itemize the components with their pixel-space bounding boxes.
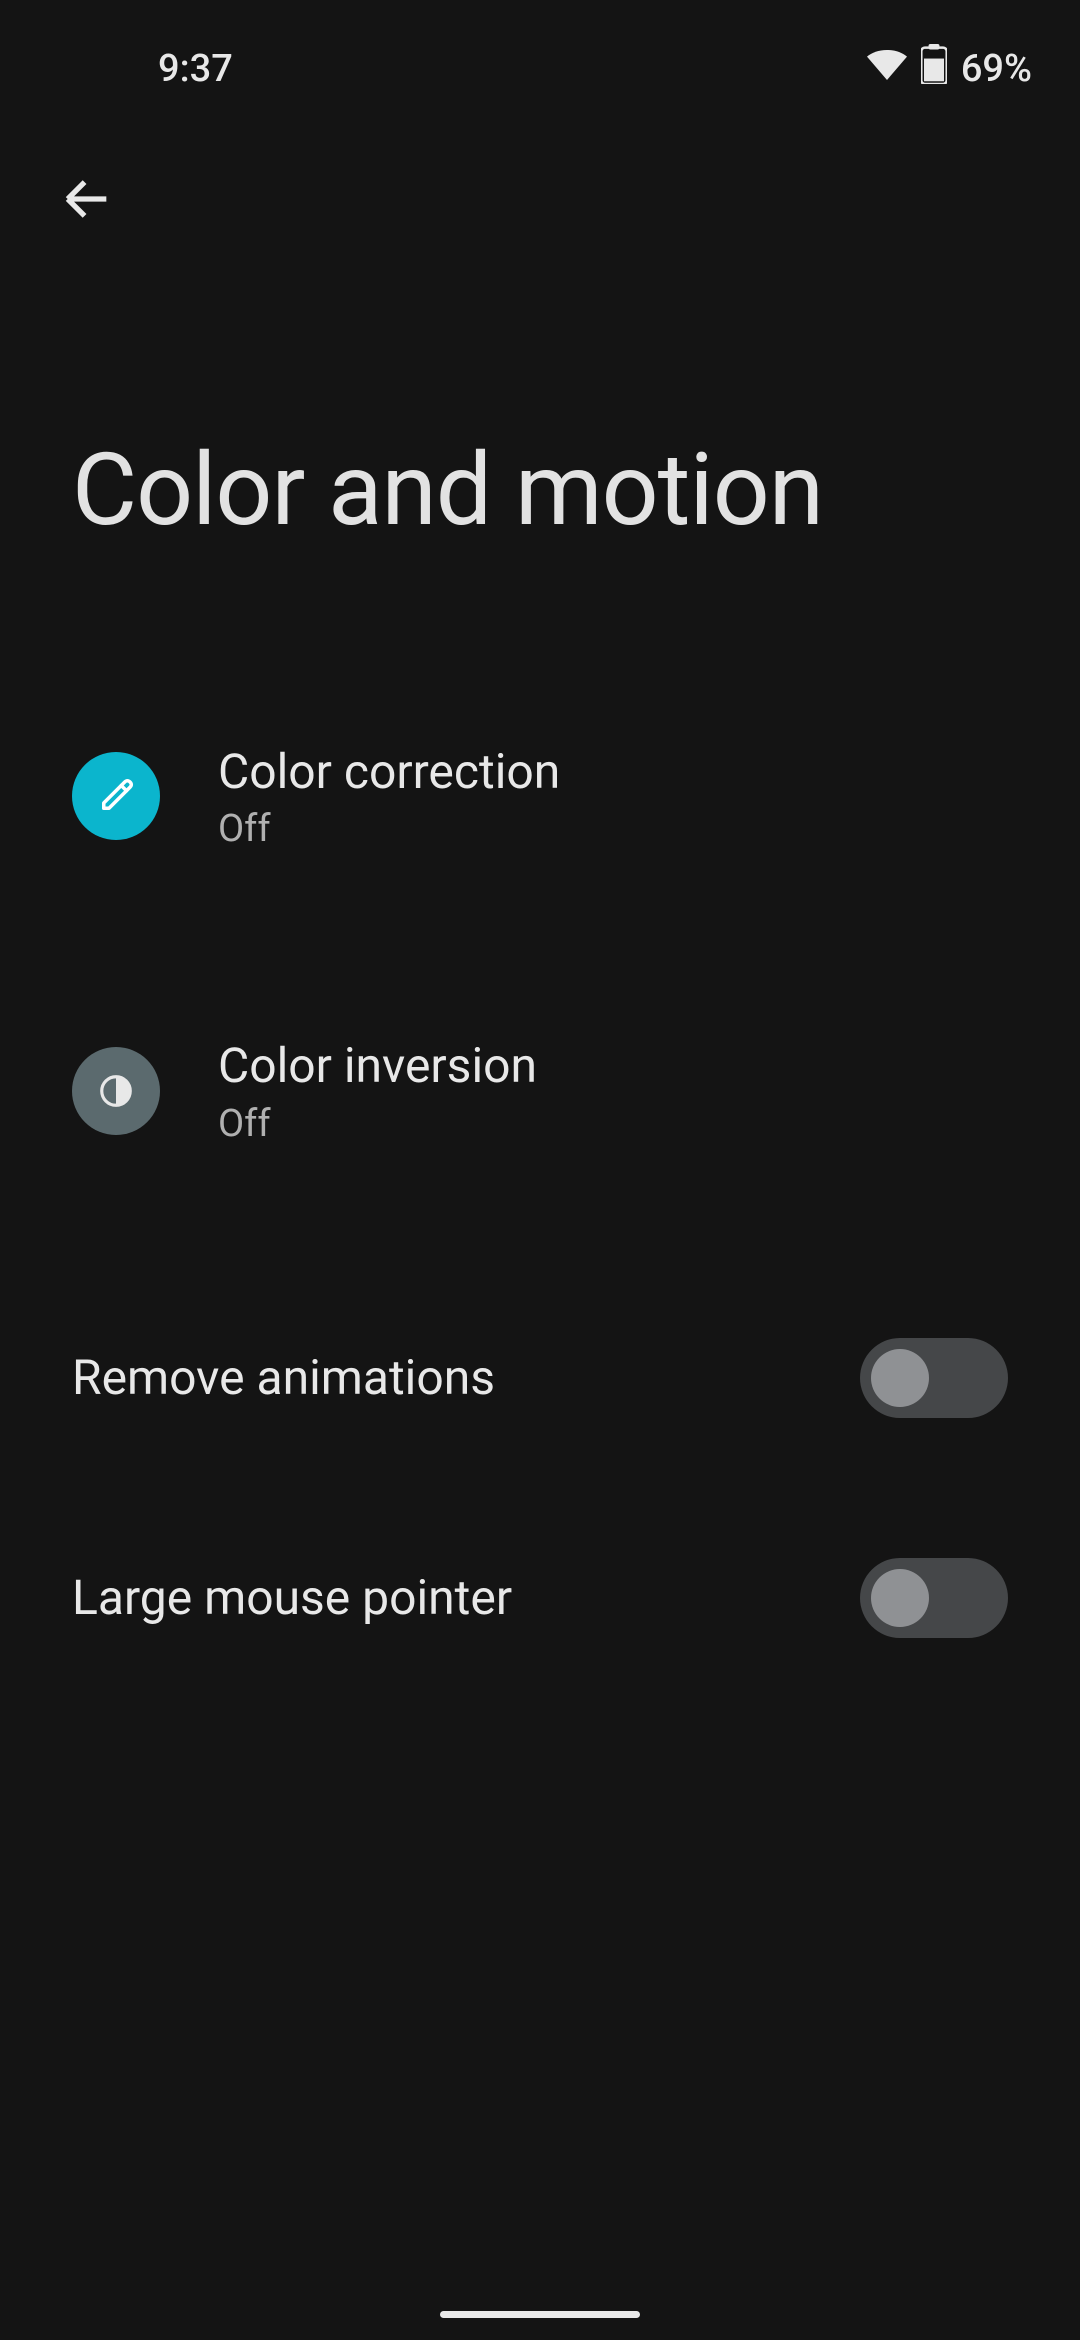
setting-status: Off (218, 1102, 1008, 1146)
setting-color-inversion[interactable]: Color inversion Off (72, 1003, 1008, 1177)
setting-title: Large mouse pointer (72, 1569, 512, 1626)
setting-text: Color inversion Off (218, 1035, 1008, 1145)
setting-remove-animations[interactable]: Remove animations (72, 1298, 1008, 1458)
wifi-icon (867, 47, 907, 91)
back-button[interactable] (0, 110, 116, 232)
battery-percent: 69% (961, 47, 1032, 91)
settings-list: Color correction Off Color inversion Off… (0, 549, 1080, 1678)
contrast-icon (72, 1047, 160, 1135)
toggle-thumb (871, 1569, 929, 1627)
status-bar: 9:37 69% (0, 0, 1080, 110)
status-time: 9:37 (48, 47, 233, 91)
toggle-thumb (871, 1349, 929, 1407)
setting-title: Color inversion (218, 1035, 1008, 1097)
battery-icon (921, 44, 947, 94)
setting-large-mouse-pointer[interactable]: Large mouse pointer (72, 1518, 1008, 1678)
nav-home-indicator[interactable] (440, 2311, 640, 2318)
toggle-switch[interactable] (860, 1558, 1008, 1638)
setting-title: Remove animations (72, 1349, 495, 1406)
setting-text: Color correction Off (218, 741, 1008, 851)
toggle-switch[interactable] (860, 1338, 1008, 1418)
setting-color-correction[interactable]: Color correction Off (72, 709, 1008, 883)
eyedropper-icon (72, 752, 160, 840)
setting-status: Off (218, 807, 1008, 851)
status-right: 69% (867, 44, 1032, 94)
setting-title: Color correction (218, 741, 1008, 803)
page-title: Color and motion (0, 232, 1080, 549)
